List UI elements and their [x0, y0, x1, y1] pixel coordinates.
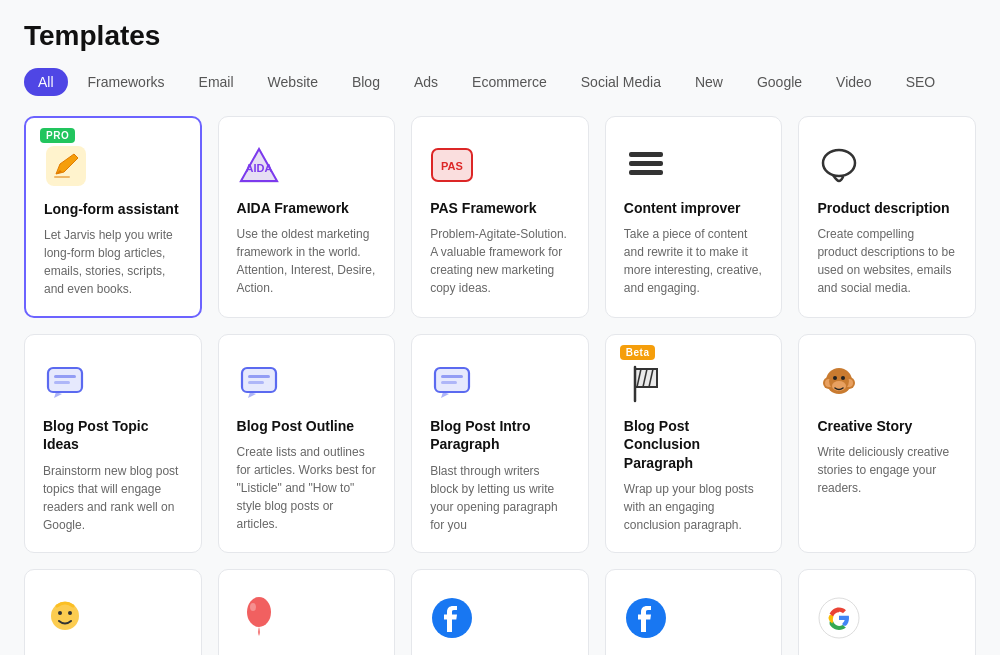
svg-rect-9	[629, 161, 663, 166]
template-card-sentence-expander[interactable]: Sentence Expander Expand a short sentenc…	[218, 569, 396, 655]
filter-email[interactable]: Email	[185, 68, 248, 96]
card-icon-fb-headline	[430, 596, 474, 640]
filter-bar: AllFrameworksEmailWebsiteBlogAdsEcommerc…	[24, 68, 976, 96]
template-card-explain-child[interactable]: Explain It To a Child Rephrase text to m…	[24, 569, 202, 655]
templates-grid: PRO Long-form assistant Let Jarvis help …	[24, 116, 976, 655]
card-desc-creative-story: Write deliciously creative stories to en…	[817, 443, 957, 533]
card-desc-blog-conclusion: Wrap up your blog posts with an engaging…	[624, 480, 764, 534]
template-card-aida[interactable]: AIDA AIDA Framework Use the oldest marke…	[218, 116, 396, 318]
card-title-aida: AIDA Framework	[237, 199, 377, 217]
svg-rect-15	[54, 381, 70, 384]
card-icon-blog-conclusion	[624, 361, 668, 405]
svg-point-38	[58, 611, 62, 615]
card-icon-sentence-expander	[237, 596, 281, 640]
svg-rect-23	[441, 381, 457, 384]
card-icon-fb-primary	[624, 596, 668, 640]
card-title-content-improver: Content improver	[624, 199, 764, 217]
page-title: Templates	[24, 20, 976, 52]
card-icon-explain-child	[43, 596, 87, 640]
card-title-product-desc: Product description	[817, 199, 957, 217]
badge-blog-conclusion: Beta	[620, 345, 656, 360]
card-desc-aida: Use the oldest marketing framework in th…	[237, 225, 377, 299]
template-card-pas[interactable]: PAS PAS Framework Problem-Agitate-Soluti…	[411, 116, 589, 318]
svg-rect-18	[248, 375, 270, 378]
svg-rect-1	[54, 176, 70, 178]
template-card-blog-outline[interactable]: Blog Post Outline Create lists and outli…	[218, 334, 396, 553]
card-title-blog-topics: Blog Post Topic Ideas	[43, 417, 183, 453]
svg-rect-14	[54, 375, 76, 378]
svg-point-37	[51, 602, 79, 630]
badge-long-form: PRO	[40, 128, 75, 143]
svg-rect-12	[48, 368, 82, 392]
card-title-blog-outline: Blog Post Outline	[237, 417, 377, 435]
filter-website[interactable]: Website	[254, 68, 332, 96]
filter-google[interactable]: Google	[743, 68, 816, 96]
svg-rect-19	[248, 381, 264, 384]
svg-point-36	[841, 376, 845, 380]
card-icon-aida: AIDA	[237, 143, 281, 187]
card-title-blog-conclusion: Blog Post Conclusion Paragraph	[624, 417, 764, 472]
template-card-product-desc[interactable]: Product description Create compelling pr…	[798, 116, 976, 318]
template-card-blog-topics[interactable]: Blog Post Topic Ideas Brainstorm new blo…	[24, 334, 202, 553]
filter-blog[interactable]: Blog	[338, 68, 394, 96]
card-icon-creative-story	[817, 361, 861, 405]
card-icon-long-form	[44, 144, 88, 188]
svg-point-39	[68, 611, 72, 615]
card-desc-pas: Problem-Agitate-Solution. A valuable fra…	[430, 225, 570, 299]
card-icon-blog-intro	[430, 361, 474, 405]
filter-ads[interactable]: Ads	[400, 68, 452, 96]
svg-point-40	[247, 597, 271, 627]
template-card-blog-intro[interactable]: Blog Post Intro Paragraph Blast through …	[411, 334, 589, 553]
card-icon-product-desc	[817, 143, 861, 187]
card-title-long-form: Long-form assistant	[44, 200, 182, 218]
svg-rect-16	[242, 368, 276, 392]
card-desc-blog-topics: Brainstorm new blog post topics that wil…	[43, 462, 183, 534]
template-card-long-form[interactable]: PRO Long-form assistant Let Jarvis help …	[24, 116, 202, 318]
template-card-fb-primary[interactable]: Facebook ad primary text	[605, 569, 783, 655]
card-desc-content-improver: Take a piece of content and rewrite it t…	[624, 225, 764, 299]
svg-rect-22	[441, 375, 463, 378]
filter-social-media[interactable]: Social Media	[567, 68, 675, 96]
svg-text:PAS: PAS	[441, 160, 463, 172]
card-icon-blog-topics	[43, 361, 87, 405]
svg-point-11	[823, 150, 855, 176]
card-desc-product-desc: Create compelling product descriptions t…	[817, 225, 957, 299]
filter-frameworks[interactable]: Frameworks	[74, 68, 179, 96]
template-card-google-ads[interactable]: Google ads headline Create high converti…	[798, 569, 976, 655]
svg-rect-10	[629, 170, 663, 175]
filter-seo[interactable]: SEO	[892, 68, 950, 96]
card-icon-pas: PAS	[430, 143, 474, 187]
svg-rect-8	[629, 152, 663, 157]
card-title-pas: PAS Framework	[430, 199, 570, 217]
filter-all[interactable]: All	[24, 68, 68, 96]
svg-rect-20	[435, 368, 469, 392]
svg-text:AIDA: AIDA	[245, 162, 272, 174]
card-icon-content-improver	[624, 143, 668, 187]
card-title-blog-intro: Blog Post Intro Paragraph	[430, 417, 570, 453]
card-desc-blog-intro: Blast through writers block by letting u…	[430, 462, 570, 534]
template-card-fb-headline[interactable]: Facebook ad headline Generate scroll-sto…	[411, 569, 589, 655]
filter-ecommerce[interactable]: Ecommerce	[458, 68, 561, 96]
template-card-blog-conclusion[interactable]: Beta Blog Post Conclusion Paragraph Wrap…	[605, 334, 783, 553]
svg-point-35	[833, 376, 837, 380]
card-desc-blog-outline: Create lists and outlines for articles. …	[237, 443, 377, 533]
card-desc-long-form: Let Jarvis help you write long-form blog…	[44, 226, 182, 298]
filter-video[interactable]: Video	[822, 68, 886, 96]
svg-point-41	[250, 603, 256, 611]
card-title-creative-story: Creative Story	[817, 417, 957, 435]
card-icon-blog-outline	[237, 361, 281, 405]
template-card-content-improver[interactable]: Content improver Take a piece of content…	[605, 116, 783, 318]
filter-new[interactable]: New	[681, 68, 737, 96]
template-card-creative-story[interactable]: Creative Story Write deliciously creativ…	[798, 334, 976, 553]
card-icon-google-ads	[817, 596, 861, 640]
